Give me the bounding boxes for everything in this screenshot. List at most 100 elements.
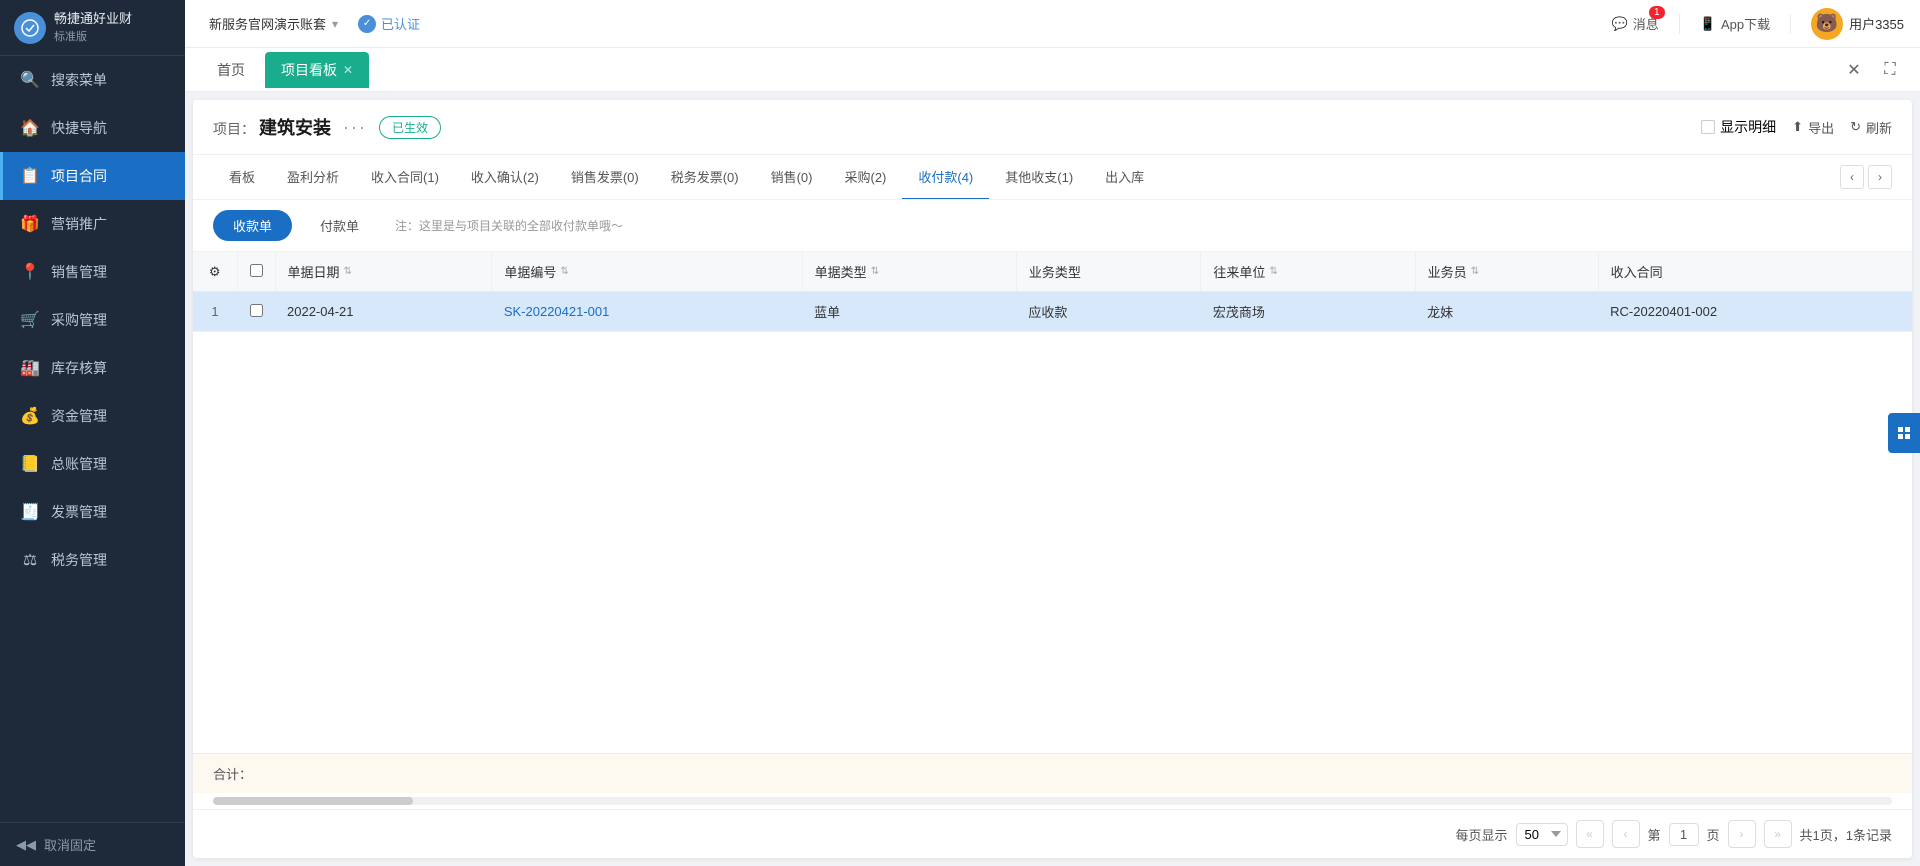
- sidebar-item-invoice[interactable]: 🧾 发票管理: [0, 488, 185, 536]
- sub-tab------0-[interactable]: 税务发票(0): [655, 155, 755, 200]
- next-page-button[interactable]: ›: [1728, 820, 1756, 848]
- th-salesperson[interactable]: 业务员 ⇅: [1415, 252, 1598, 292]
- page-title: 项目：建筑安装: [213, 114, 331, 140]
- purchase-icon: 🛒: [19, 309, 41, 331]
- page-size-select[interactable]: 50 20 100: [1516, 823, 1568, 846]
- tab-home[interactable]: 首页: [201, 52, 261, 88]
- more-options-button[interactable]: ···: [343, 117, 367, 138]
- tab-project-board[interactable]: 项目看板 ✕: [265, 52, 369, 88]
- sidebar-item-finance[interactable]: 💰 资金管理: [0, 392, 185, 440]
- sidebar-item-label: 搜索菜单: [51, 70, 107, 90]
- table-header: ⚙ 单据日期 ⇅ 单据编号: [193, 252, 1912, 292]
- unpin-label: 取消固定: [44, 835, 96, 854]
- sub-tab------0-[interactable]: 销售发票(0): [555, 155, 655, 200]
- td-number[interactable]: SK-20220421-001: [492, 292, 802, 332]
- th-checkbox[interactable]: [237, 252, 275, 292]
- topbar-right: 💬 消息 1 📱 App下载 🐻 用户3355: [1612, 8, 1904, 40]
- document-number-link[interactable]: SK-20220421-001: [504, 304, 610, 319]
- sidebar-item-tax[interactable]: ⚖ 税务管理: [0, 536, 185, 584]
- sub-tab------2-[interactable]: 收入确认(2): [455, 155, 555, 200]
- settings-icon[interactable]: ⚙: [209, 264, 221, 279]
- refresh-button[interactable]: ↻ 刷新: [1850, 118, 1892, 137]
- current-page-input[interactable]: 1: [1669, 823, 1699, 846]
- sub-tab-----4-[interactable]: 收付款(4): [902, 155, 989, 200]
- td-checkbox[interactable]: [237, 292, 275, 332]
- th-type-label: 单据类型: [815, 262, 867, 281]
- sub-tab------1-[interactable]: 收入合同(1): [355, 155, 455, 200]
- data-table: ⚙ 单据日期 ⇅ 单据编号: [193, 252, 1912, 332]
- sidebar-item-label: 销售管理: [51, 262, 107, 282]
- app-download-label: App下载: [1721, 14, 1770, 33]
- user-menu[interactable]: 🐻 用户3355: [1811, 8, 1904, 40]
- tax-icon: ⚖: [19, 549, 41, 571]
- topbar-divider-2: [1790, 14, 1791, 34]
- certified-label: 已认证: [381, 14, 420, 33]
- th-type[interactable]: 单据类型 ⇅: [802, 252, 1016, 292]
- sidebar-item-label: 采购管理: [51, 310, 107, 330]
- page-wrapper: 项目：建筑安装 ··· 已生效 显示明细 ⬆ 导出 ↻ 刷新: [193, 100, 1912, 858]
- invoice-icon: 🧾: [19, 501, 41, 523]
- select-all-checkbox[interactable]: [250, 264, 263, 277]
- page-header: 项目：建筑安装 ··· 已生效 显示明细 ⬆ 导出 ↻ 刷新: [193, 100, 1912, 155]
- sidebar-item-quicknav[interactable]: 🏠 快捷导航: [0, 104, 185, 152]
- show-detail-checkbox-box[interactable]: [1701, 120, 1715, 134]
- prev-page-button[interactable]: ‹: [1612, 820, 1640, 848]
- sub-tabs-nav: ‹ ›: [1840, 165, 1892, 189]
- td-type: 蓝单: [802, 292, 1016, 332]
- th-number[interactable]: 单据编号 ⇅: [492, 252, 802, 292]
- float-panel-icon[interactable]: [1888, 413, 1920, 453]
- record-tab-收款单[interactable]: 收款单: [213, 210, 292, 241]
- th-salesperson-label: 业务员: [1428, 262, 1467, 281]
- tabbar: 首页 项目看板 ✕ ✕ ⛶: [185, 48, 1920, 92]
- unpin-button[interactable]: ◀◀ 取消固定: [0, 822, 185, 866]
- th-date-sort-icon: ⇅: [344, 266, 352, 277]
- user-label: 用户3355: [1849, 14, 1904, 33]
- sub-tab------1-[interactable]: 其他收支(1): [989, 155, 1089, 200]
- table-row[interactable]: 1 2022-04-21 SK-20220421-001 蓝单 应收款 宏茂商场…: [193, 292, 1912, 332]
- sidebar-item-search[interactable]: 🔍 搜索菜单: [0, 56, 185, 104]
- pagination: 每页显示 50 20 100 « ‹ 第 1 页 › » 共1页，1条记录: [193, 809, 1912, 858]
- sub-tab----0-[interactable]: 销售(0): [755, 155, 829, 200]
- show-detail-checkbox[interactable]: 显示明细: [1701, 117, 1776, 137]
- sidebar-item-project[interactable]: 📋 项目合同: [0, 152, 185, 200]
- last-page-button[interactable]: »: [1764, 820, 1792, 848]
- sidebar-item-ledger[interactable]: 📒 总账管理: [0, 440, 185, 488]
- sidebar-item-marketing[interactable]: 🎁 营销推广: [0, 200, 185, 248]
- export-label: 导出: [1808, 118, 1834, 137]
- expand-window-button[interactable]: ⛶: [1876, 56, 1904, 84]
- message-button[interactable]: 💬 消息 1: [1612, 14, 1659, 33]
- close-window-button[interactable]: ✕: [1840, 56, 1868, 84]
- account-selector[interactable]: 新服务官网演示账套 ▾: [201, 10, 346, 37]
- th-date[interactable]: 单据日期 ⇅: [275, 252, 492, 292]
- sub-tab-prev-button[interactable]: ‹: [1840, 165, 1864, 189]
- sub-tab----2-[interactable]: 采购(2): [828, 155, 902, 200]
- th-settings[interactable]: ⚙: [193, 252, 237, 292]
- sidebar-item-purchase[interactable]: 🛒 采购管理: [0, 296, 185, 344]
- certified-badge: ✓ 已认证: [358, 14, 420, 33]
- app-download-button[interactable]: 📱 App下载: [1700, 14, 1770, 33]
- table-scroll-container[interactable]: ⚙ 单据日期 ⇅ 单据编号: [193, 252, 1912, 753]
- tab-close-icon[interactable]: ✕: [343, 63, 353, 77]
- th-biz-type: 业务类型: [1016, 252, 1201, 292]
- sub-tab----[interactable]: 出入库: [1089, 155, 1160, 200]
- sidebar-logo: 畅捷通好业财 标准版: [0, 0, 185, 56]
- th-number-label: 单据编号: [504, 262, 556, 281]
- record-tab-付款单[interactable]: 付款单: [300, 210, 379, 241]
- sales-icon: 📍: [19, 261, 41, 283]
- sub-tab---[interactable]: 看板: [213, 155, 271, 200]
- sidebar-item-inventory[interactable]: 🏭 库存核算: [0, 344, 185, 392]
- scroll-thumb[interactable]: [213, 797, 413, 805]
- app-name: 畅捷通好业财: [54, 11, 132, 28]
- per-page-label: 每页显示: [1455, 825, 1507, 844]
- sidebar-item-sales[interactable]: 📍 销售管理: [0, 248, 185, 296]
- app-edition: 标准版: [54, 28, 132, 44]
- sidebar-item-label: 快捷导航: [51, 118, 107, 138]
- row-checkbox[interactable]: [250, 304, 263, 317]
- export-button[interactable]: ⬆ 导出: [1792, 118, 1834, 137]
- sub-tab-----[interactable]: 盈利分析: [271, 155, 355, 200]
- message-badge: 1: [1649, 6, 1665, 19]
- total-label: 合计：: [213, 767, 252, 782]
- sub-tab-next-button[interactable]: ›: [1868, 165, 1892, 189]
- th-partner[interactable]: 往来单位 ⇅: [1201, 252, 1415, 292]
- first-page-button[interactable]: «: [1576, 820, 1604, 848]
